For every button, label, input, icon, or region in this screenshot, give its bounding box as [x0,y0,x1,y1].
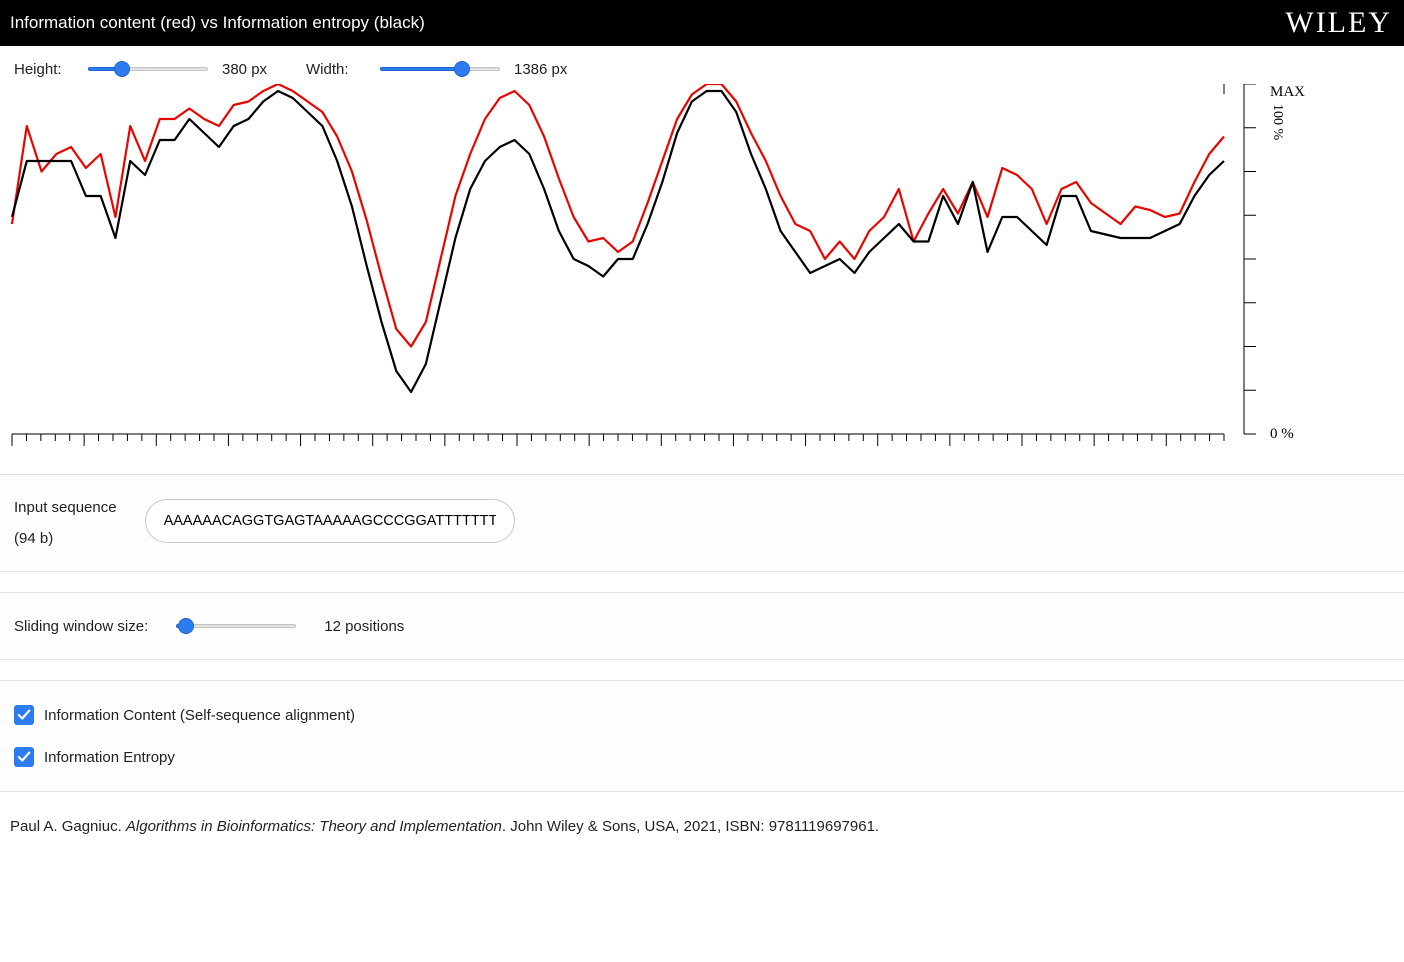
svg-text:0 %: 0 % [1270,426,1294,442]
window-slider[interactable] [176,617,296,635]
size-controls: Height: 380 px Width: 1386 px [0,46,1404,84]
svg-text:MAX: MAX [1270,84,1305,100]
brand-logo: WILEY [1285,6,1392,40]
chart-svg: MAX 0 % 100 % [8,84,1404,454]
footer-book: Algorithms in Bioinformatics: Theory and… [126,818,502,835]
footer-tail: . John Wiley & Sons, USA, 2021, ISBN: 97… [502,818,879,835]
input-length: (94 b) [14,530,117,547]
height-value: 380 px [222,61,292,78]
header-bar: Information content (red) vs Information… [0,0,1404,46]
checkbox-ic-row: Information Content (Self-sequence align… [14,705,1390,725]
checkbox-ic-label: Information Content (Self-sequence align… [44,707,355,724]
footer-citation: Paul A. Gagniuc. Algorithms in Bioinform… [0,792,1404,895]
checkbox-ie-row: Information Entropy [14,747,1390,767]
width-label: Width: [306,61,366,78]
sequence-input[interactable] [145,499,515,543]
window-value: 12 positions [324,618,404,635]
check-icon [17,708,31,722]
window-label: Sliding window size: [14,618,148,635]
width-slider[interactable] [380,60,500,78]
window-panel: Sliding window size: 12 positions [0,592,1404,660]
checkbox-ic[interactable] [14,705,34,725]
check-icon [17,750,31,764]
chart-area: MAX 0 % 100 % [0,84,1404,454]
checkbox-ie[interactable] [14,747,34,767]
page-title: Information content (red) vs Information… [10,13,425,33]
svg-text:100 %: 100 % [1270,104,1285,141]
footer-author: Paul A. Gagniuc. [10,818,126,835]
height-label: Height: [14,61,74,78]
input-panel: Input sequence (94 b) [0,474,1404,572]
width-value: 1386 px [514,61,584,78]
checkbox-ie-label: Information Entropy [44,749,175,766]
input-meta: Input sequence (94 b) [14,499,117,547]
input-label: Input sequence [14,499,117,516]
height-slider[interactable] [88,60,208,78]
checkbox-panel: Information Content (Self-sequence align… [0,680,1404,792]
